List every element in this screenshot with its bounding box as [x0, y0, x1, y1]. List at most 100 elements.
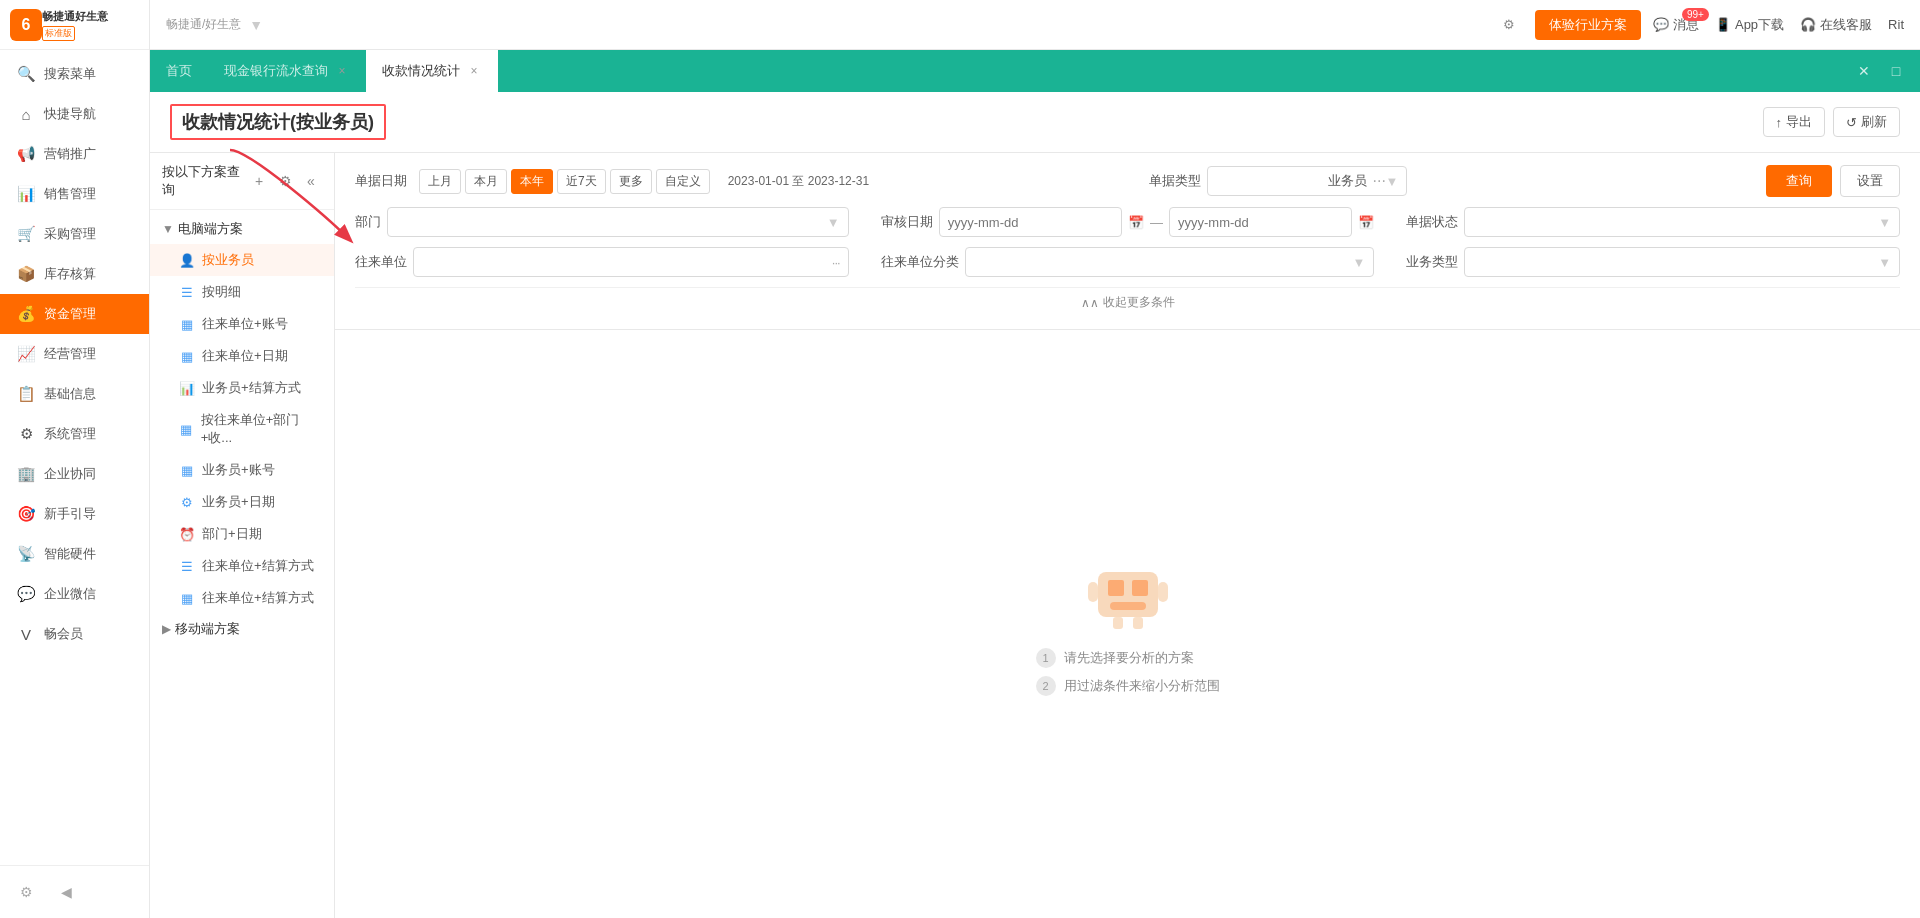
header-settings-btn[interactable]: ⚙	[1495, 11, 1523, 39]
filter-action-btns: 查询 设置	[1766, 165, 1900, 197]
counterpart-type-arrow-icon: ▼	[1352, 255, 1365, 270]
nav-arrow-icon[interactable]: ▼	[249, 17, 263, 33]
empty-step-2: 2 用过滤条件来缩小分析范围	[1036, 676, 1220, 696]
scheme-item-0-6[interactable]: ▦ 业务员+账号	[150, 454, 334, 486]
sidebar-item-search[interactable]: 🔍 搜索菜单	[0, 54, 149, 94]
tab-close-window-btn[interactable]: ✕	[1852, 59, 1876, 83]
filter-row-3: 往来单位 ··· 往来单位分类 ▼	[355, 247, 1900, 277]
scheme-group-1: ▶ 移动端方案	[150, 614, 334, 644]
scheme-item-0-3[interactable]: ▦ 往来单位+日期	[150, 340, 334, 372]
sidebar-item-sales[interactable]: 📊 销售管理	[0, 174, 149, 214]
sidebar-item-enterprise[interactable]: 🏢 企业协同	[0, 454, 149, 494]
sidebar-item-purchase[interactable]: 🛒 采购管理	[0, 214, 149, 254]
nav-label-system: 系统管理	[44, 425, 96, 443]
counterpart-input[interactable]: ···	[413, 247, 849, 277]
tab-receipts[interactable]: 收款情况统计×	[366, 50, 498, 92]
doc-status-arrow-icon: ▼	[1878, 215, 1891, 230]
header-user: Rit	[1888, 17, 1904, 32]
panel-collapse-btn[interactable]: «	[300, 170, 322, 192]
empty-steps: 1 请先选择要分析的方案 2 用过滤条件来缩小分析范围	[1036, 648, 1220, 696]
sidebar-item-marketing[interactable]: 📢 营销推广	[0, 134, 149, 174]
scheme-item-label-0-2: 往来单位+账号	[202, 315, 288, 333]
counterpart-type-select[interactable]: ▼	[965, 247, 1375, 277]
scheme-item-label-0-3: 往来单位+日期	[202, 347, 288, 365]
page-content: 收款情况统计(按业务员) ↑ 导出 ↺ 刷新 按以下方案查询 +	[150, 92, 1920, 918]
group-label-1: 移动端方案	[175, 620, 240, 638]
sidebar-item-guide[interactable]: 🎯 新手引导	[0, 494, 149, 534]
business-type-select[interactable]: ▼	[1464, 247, 1900, 277]
scheme-item-0-10[interactable]: ▦ 往来单位+结算方式	[150, 582, 334, 614]
service-icon: 🎧	[1800, 17, 1816, 32]
tab-home[interactable]: 首页	[150, 50, 208, 92]
tab-close-btn-bankflow[interactable]: ×	[334, 63, 350, 79]
filter-settings-btn[interactable]: 设置	[1840, 165, 1900, 197]
scheme-settings-btn[interactable]: ⚙	[274, 170, 296, 192]
doc-status-select[interactable]: ▼	[1464, 207, 1900, 237]
sidebar-item-basic[interactable]: 📋 基础信息	[0, 374, 149, 414]
collapse-chevron-icon: ∧∧	[1081, 296, 1099, 310]
scheme-item-0-7[interactable]: ⚙ 业务员+日期	[150, 486, 334, 518]
group-arrow-icon-1: ▶	[162, 622, 171, 636]
dept-select[interactable]: ▼	[387, 207, 849, 237]
scheme-item-icon-0-6: ▦	[178, 461, 196, 479]
scheme-item-0-2[interactable]: ▦ 往来单位+账号	[150, 308, 334, 340]
tab-close-btn-receipts[interactable]: ×	[466, 63, 482, 79]
date-btn-5[interactable]: 自定义	[656, 169, 710, 194]
calendar-icon-end[interactable]: 📅	[1358, 215, 1374, 230]
export-btn[interactable]: ↑ 导出	[1763, 107, 1826, 137]
trial-btn[interactable]: 体验行业方案	[1535, 10, 1641, 40]
tab-label-bankflow: 现金银行流水查询	[224, 62, 328, 80]
date-btn-4[interactable]: 更多	[610, 169, 652, 194]
salesman-dots[interactable]: ···	[1373, 172, 1386, 190]
scheme-item-0-8[interactable]: ⏰ 部门+日期	[150, 518, 334, 550]
query-btn[interactable]: 查询	[1766, 165, 1832, 197]
refresh-btn[interactable]: ↺ 刷新	[1833, 107, 1900, 137]
scheme-item-0-0[interactable]: 👤 按业务员	[150, 244, 334, 276]
date-btn-0[interactable]: 上月	[419, 169, 461, 194]
calendar-icon-start[interactable]: 📅	[1128, 215, 1144, 230]
header-app-btn[interactable]: 📱 App下载	[1715, 16, 1784, 34]
sidebar-collapse-btn[interactable]: ◀	[50, 876, 82, 908]
scheme-group-header-0[interactable]: ▼ 电脑端方案	[150, 214, 334, 244]
sidebar-item-inventory[interactable]: 📦 库存核算	[0, 254, 149, 294]
filter-row-1: 单据日期 上月本月本年近7天更多自定义 2023-01-01 至 2023-12…	[355, 165, 1900, 197]
scheme-item-0-1[interactable]: ☰ 按明细	[150, 276, 334, 308]
date-btn-2[interactable]: 本年	[511, 169, 553, 194]
date-dash: —	[1150, 215, 1163, 230]
scheme-item-0-4[interactable]: 📊 业务员+结算方式	[150, 372, 334, 404]
tab-maximize-btn[interactable]: □	[1884, 59, 1908, 83]
sidebar-item-hardware[interactable]: 📡 智能硬件	[0, 534, 149, 574]
date-btn-1[interactable]: 本月	[465, 169, 507, 194]
app-icon: 📱	[1715, 17, 1731, 32]
date-label: 单据日期	[355, 172, 407, 190]
header-message-btn[interactable]: 💬 消息 99+	[1653, 16, 1699, 34]
header-service-btn[interactable]: 🎧 在线客服	[1800, 16, 1872, 34]
nav-label-finance: 资金管理	[44, 305, 96, 323]
message-badge: 99+	[1682, 8, 1709, 21]
scheme-group-header-1[interactable]: ▶ 移动端方案	[150, 614, 334, 644]
sidebar-item-quicknav[interactable]: ⌂ 快捷导航	[0, 94, 149, 134]
sidebar-item-wechat[interactable]: 💬 企业微信	[0, 574, 149, 614]
counterpart-dots[interactable]: ···	[832, 255, 840, 270]
date-range: 2023-01-01 至 2023-12-31	[728, 173, 869, 190]
nav-label-member: 畅会员	[44, 625, 83, 643]
review-date-start[interactable]	[939, 207, 1122, 237]
scheme-item-0-5[interactable]: ▦ 按往来单位+部门+收...	[150, 404, 334, 454]
nav-icon-enterprise: 🏢	[16, 464, 36, 484]
tab-bankflow[interactable]: 现金银行流水查询 ×	[208, 50, 366, 92]
nav-icon-basic: 📋	[16, 384, 36, 404]
sidebar-settings-btn[interactable]: ⚙	[10, 876, 42, 908]
sidebar-item-system[interactable]: ⚙ 系统管理	[0, 414, 149, 454]
date-btn-3[interactable]: 近7天	[557, 169, 606, 194]
scheme-item-0-9[interactable]: ☰ 往来单位+结算方式	[150, 550, 334, 582]
sidebar-item-finance[interactable]: 💰 资金管理	[0, 294, 149, 334]
scheme-item-icon-0-4: 📊	[178, 379, 196, 397]
nav-icon-inventory: 📦	[16, 264, 36, 284]
add-scheme-btn[interactable]: +	[248, 170, 270, 192]
sidebar-item-operation[interactable]: 📈 经营管理	[0, 334, 149, 374]
nav-label-marketing: 营销推广	[44, 145, 96, 163]
collapse-btn[interactable]: ∧∧ 收起更多条件	[1081, 294, 1175, 311]
logo-text: 畅捷通好生意	[42, 9, 108, 24]
review-date-end[interactable]	[1169, 207, 1352, 237]
sidebar-item-member[interactable]: V 畅会员	[0, 614, 149, 654]
